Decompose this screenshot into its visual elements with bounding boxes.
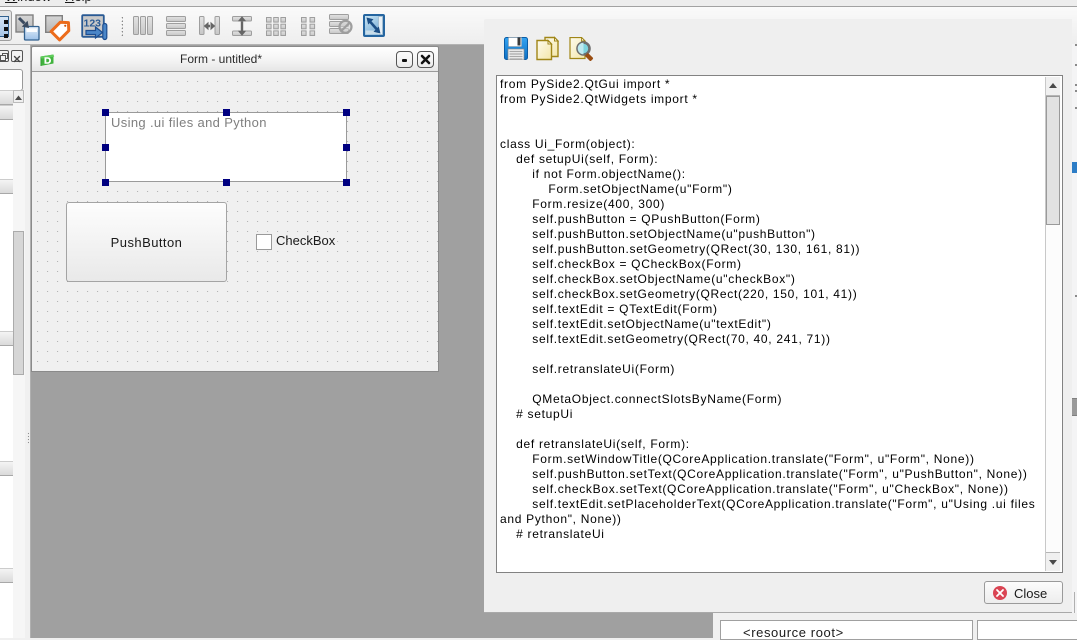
svg-text:123: 123 (84, 18, 102, 30)
